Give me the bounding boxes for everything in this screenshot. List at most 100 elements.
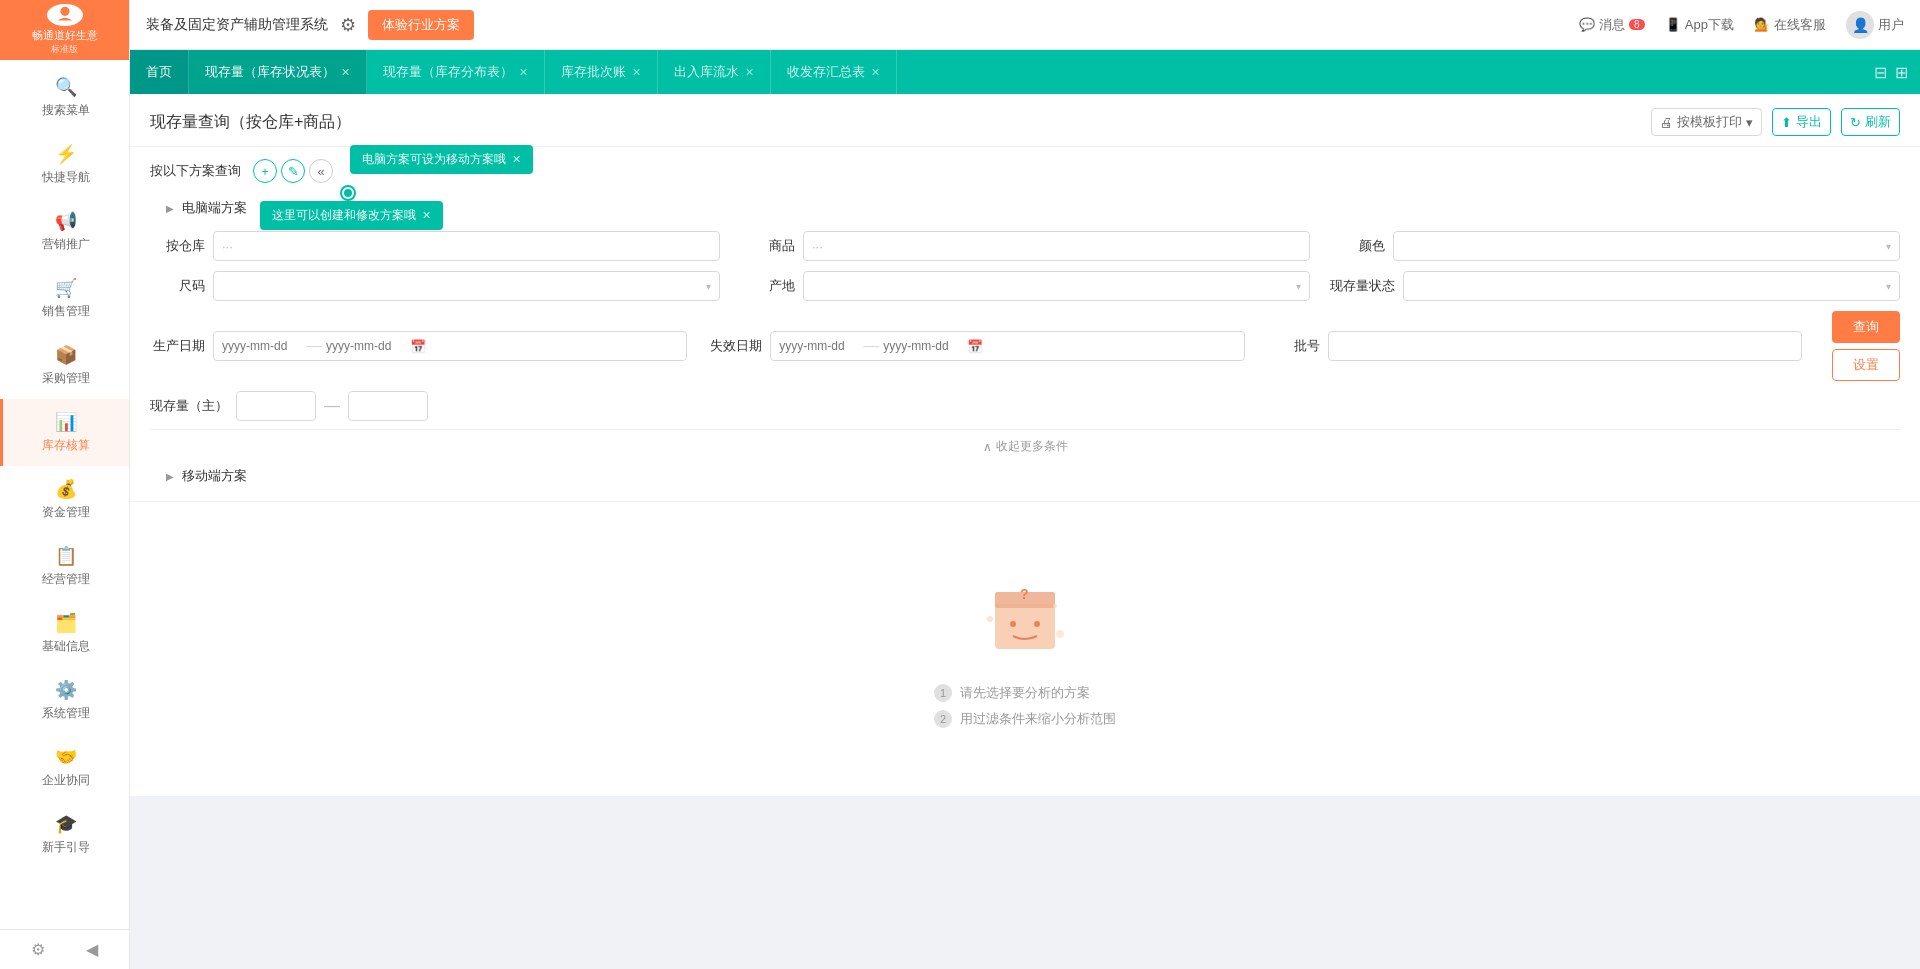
svg-rect-1 [995, 604, 1055, 649]
scheme-tooltip-close[interactable]: ✕ [512, 153, 521, 166]
sidebar-nav: 🔍 搜索菜单 ⚡ 快捷导航 📢 营销推广 🛒 销售管理 📦 采购管理 📊 库存核… [0, 60, 129, 929]
online-service-btn[interactable]: 💁 在线客服 [1754, 16, 1826, 34]
expire-date-to[interactable] [883, 339, 963, 353]
svg-text:?: ? [1020, 586, 1029, 602]
empty-state: ? 1 请先选择要分析的方案 2 用过滤条件来缩小分析范围 [130, 504, 1920, 796]
scheme-mobile-arrow: ▶ [166, 471, 174, 482]
edit-tooltip-close[interactable]: ✕ [422, 209, 431, 222]
sidebar-item-basic[interactable]: 🗂️ 基础信息 [0, 600, 129, 667]
message-label: 消息 [1599, 16, 1625, 34]
sidebar-item-finance[interactable]: 💰 资金管理 [0, 466, 129, 533]
app-badge: 标准版 [51, 43, 78, 56]
scheme-mobile[interactable]: ▶ 移动端方案 [166, 463, 1900, 489]
edit-scheme-btn[interactable]: ✎ [281, 159, 305, 183]
produce-date-sep: — [306, 337, 322, 355]
tab-in-out-flow[interactable]: 出入库流水 ✕ [658, 50, 771, 94]
sidebar-item-search[interactable]: 🔍 搜索菜单 [0, 64, 129, 131]
app-name: 畅通道好生意 [32, 28, 98, 42]
page-header: 现存量查询（按仓库+商品） 🖨 按模板打印 ▾ ⬆ 导出 ↻ 刷新 [130, 94, 1920, 147]
produce-date-calendar-icon[interactable]: 📅 [410, 339, 426, 354]
tab-inventory-dist-close[interactable]: ✕ [519, 66, 528, 79]
warehouse-select[interactable]: ··· [213, 231, 720, 261]
add-scheme-btn[interactable]: + [253, 159, 277, 183]
origin-select[interactable]: ▾ [803, 271, 1310, 301]
collapse-btn[interactable]: ∧ 收起更多条件 [150, 429, 1900, 463]
tab-collect-account-label: 收发存汇总表 [787, 63, 865, 81]
tab-home[interactable]: 首页 [130, 50, 189, 94]
sidebar-label-quick-nav: 快捷导航 [42, 169, 90, 186]
sidebar-item-enterprise[interactable]: 🤝 企业协同 [0, 734, 129, 801]
sidebar-item-sales[interactable]: 🛒 销售管理 [0, 265, 129, 332]
export-icon: ⬆ [1781, 115, 1792, 130]
size-select[interactable]: ▾ [213, 271, 720, 301]
sidebar-item-quick-nav[interactable]: ⚡ 快捷导航 [0, 131, 129, 198]
reset-button[interactable]: 设置 [1832, 349, 1900, 381]
size-arrow: ▾ [706, 281, 711, 292]
refresh-button[interactable]: ↻ 刷新 [1841, 108, 1900, 136]
produce-date-range[interactable]: — 📅 [213, 331, 687, 361]
tab-maximize-icon[interactable]: ⊞ [1895, 63, 1908, 82]
sidebar-collapse-btn[interactable]: ◀ [86, 940, 98, 959]
empty-illustration: ? [975, 564, 1075, 664]
batch-input[interactable] [1328, 331, 1802, 361]
tab-collect-account-close[interactable]: ✕ [871, 66, 880, 79]
expire-date-calendar-icon[interactable]: 📅 [967, 339, 983, 354]
tab-batch-account[interactable]: 库存批次账 ✕ [545, 50, 658, 94]
sidebar-label-marketing: 营销推广 [42, 236, 90, 253]
trial-button[interactable]: 体验行业方案 [368, 10, 474, 40]
print-icon: 🖨 [1660, 115, 1673, 130]
filter-row-product: 商品 ··· [740, 231, 1310, 261]
expire-date-from[interactable] [779, 339, 859, 353]
edit-tooltip-text: 这里可以创建和修改方案哦 [272, 207, 416, 224]
expire-date-range[interactable]: — 📅 [770, 331, 1244, 361]
expire-date-sep: — [863, 337, 879, 355]
tab-minimize-icon[interactable]: ⊟ [1874, 63, 1887, 82]
sidebar-item-guide[interactable]: 🎓 新手引导 [0, 801, 129, 868]
produce-date-to[interactable] [326, 339, 406, 353]
sidebar-item-operations[interactable]: 📋 经营管理 [0, 533, 129, 600]
tab-inventory-status-close[interactable]: ✕ [341, 66, 350, 79]
color-select[interactable]: ▾ [1393, 231, 1900, 261]
product-select[interactable]: ··· [803, 231, 1310, 261]
sidebar-label-search: 搜索菜单 [42, 102, 90, 119]
produce-date-label: 生产日期 [150, 337, 205, 355]
tab-inventory-status[interactable]: 现存量（库存状况表） ✕ [189, 50, 367, 94]
sidebar-label-system: 系统管理 [42, 705, 90, 722]
quick-nav-icon: ⚡ [55, 143, 77, 165]
scheme-desktop-arrow: ▶ [166, 203, 174, 214]
user-menu[interactable]: 👤 用户 [1846, 11, 1904, 39]
sidebar-item-purchase[interactable]: 📦 采购管理 [0, 332, 129, 399]
back-scheme-btn[interactable]: « [309, 159, 333, 183]
stock-main-input-from[interactable] [236, 391, 316, 421]
enterprise-icon: 🤝 [55, 746, 77, 768]
logo-icon [47, 4, 83, 26]
tab-inventory-dist[interactable]: 现存量（库存分布表） ✕ [367, 50, 545, 94]
sidebar-item-system[interactable]: ⚙️ 系统管理 [0, 667, 129, 734]
produce-date-from[interactable] [222, 339, 302, 353]
product-dots: ··· [812, 239, 823, 254]
sidebar: 畅通道好生意 标准版 🔍 搜索菜单 ⚡ 快捷导航 📢 营销推广 🛒 销售管理 📦… [0, 0, 130, 969]
tab-batch-account-close[interactable]: ✕ [632, 66, 641, 79]
message-btn[interactable]: 💬 消息 8 [1579, 16, 1645, 34]
tab-in-out-flow-close[interactable]: ✕ [745, 66, 754, 79]
tab-collect-account[interactable]: 收发存汇总表 ✕ [771, 50, 897, 94]
settings-icon[interactable]: ⚙ [340, 14, 356, 36]
sidebar-item-marketing[interactable]: 📢 营销推广 [0, 198, 129, 265]
sidebar-item-inventory[interactable]: 📊 库存核算 [0, 399, 129, 466]
collapse-label: 收起更多条件 [996, 438, 1068, 455]
search-button[interactable]: 查询 [1832, 311, 1900, 343]
stock-main-input-to[interactable] [348, 391, 428, 421]
online-service-label: 在线客服 [1774, 16, 1826, 34]
stock-status-select[interactable]: ▾ [1403, 271, 1900, 301]
filter-row-batch: 批号 [1265, 331, 1802, 361]
filter-area: 按以下方案查询 + ✎ « 电脑方案可设为移动方案哦 ✕ .scheme-too… [130, 147, 1920, 502]
step-1-text: 请先选择要分析的方案 [960, 684, 1090, 702]
tab-bar-actions: ⊟ ⊞ [1874, 63, 1920, 82]
stock-status-arrow: ▾ [1886, 281, 1891, 292]
print-button[interactable]: 🖨 按模板打印 ▾ [1651, 108, 1762, 136]
export-button[interactable]: ⬆ 导出 [1772, 108, 1831, 136]
app-download-btn[interactable]: 📱 App下载 [1665, 16, 1734, 34]
sidebar-settings-btn[interactable]: ⚙ [31, 940, 45, 959]
filter-icons: + ✎ « [253, 159, 333, 183]
sales-icon: 🛒 [55, 277, 77, 299]
